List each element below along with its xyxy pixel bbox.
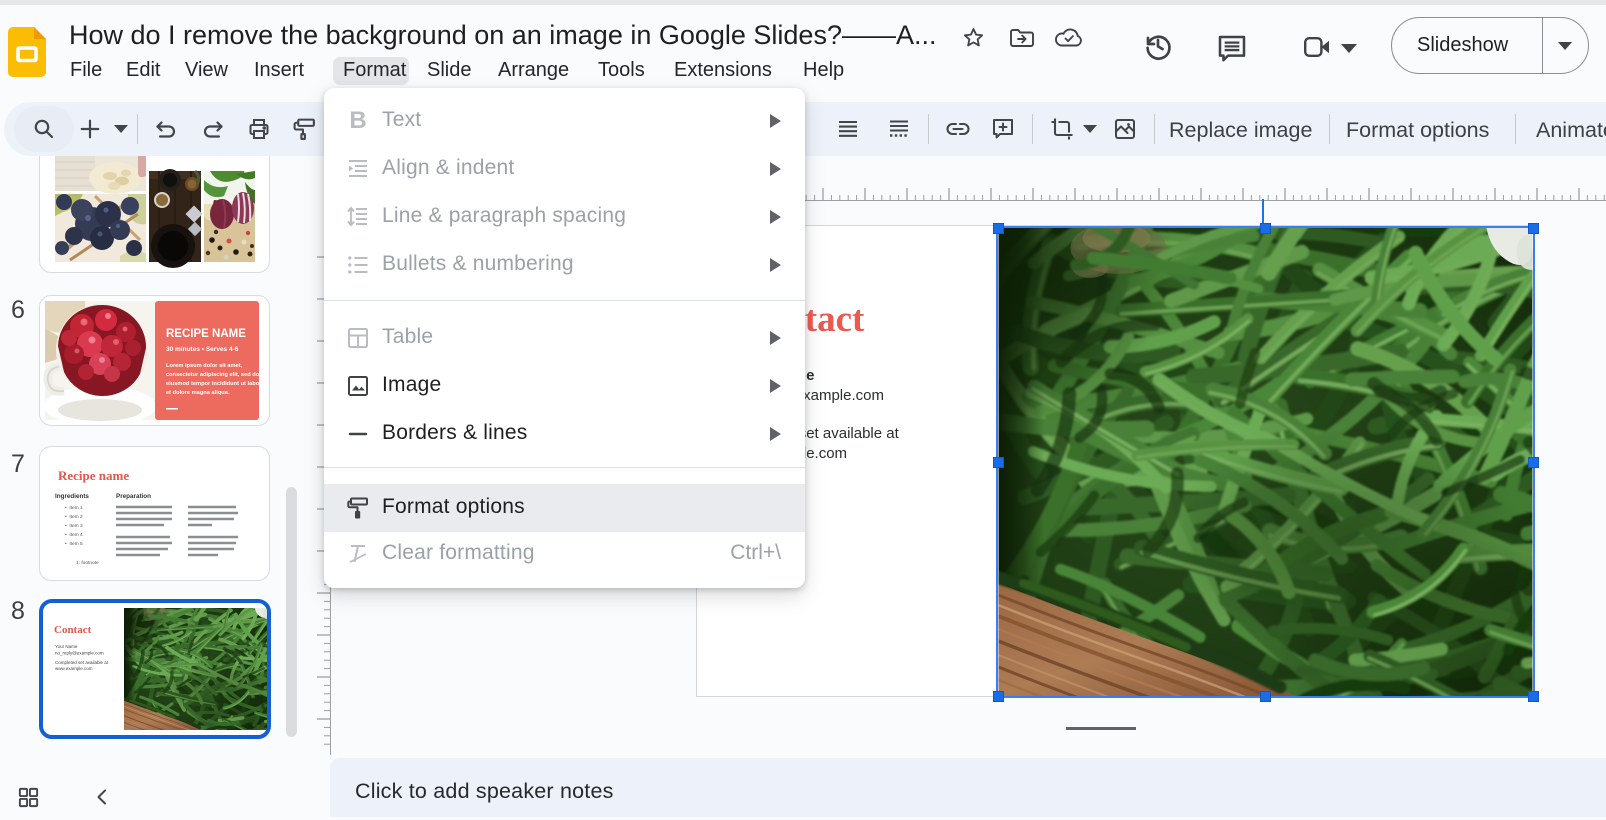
svg-text:eiusmod tempor incididunt ut l: eiusmod tempor incididunt ut labore: [166, 381, 265, 387]
svg-text:Your Name: Your Name: [55, 644, 78, 649]
svg-text:Completed set available at: Completed set available at: [55, 660, 109, 665]
svg-text:• Item 3: • Item 3: [65, 523, 83, 529]
svg-text:Lorem ipsum dolor sit amet,: Lorem ipsum dolor sit amet,: [166, 363, 243, 369]
svg-text:Recipe name: Recipe name: [58, 468, 129, 483]
svg-text:30 minutes • Serves 4-6: 30 minutes • Serves 4-6: [166, 346, 239, 353]
svg-text:et dolore magna aliqua.: et dolore magna aliqua.: [166, 390, 230, 396]
svg-text:no_reply@example.com: no_reply@example.com: [55, 651, 104, 656]
svg-text:• Item 2: • Item 2: [65, 514, 83, 520]
svg-text:RECIPE NAME: RECIPE NAME: [166, 328, 246, 340]
svg-text:www.example.com: www.example.com: [55, 666, 93, 671]
svg-text:Ingredients: Ingredients: [55, 493, 89, 500]
svg-text:consectetur adipiscing elit, s: consectetur adipiscing elit, sed do: [166, 372, 260, 378]
svg-text:• Item 1: • Item 1: [65, 505, 83, 511]
svg-text:• Item 5: • Item 5: [65, 541, 83, 547]
svg-text:1: footnote: 1: footnote: [76, 560, 99, 566]
svg-text:Preparation: Preparation: [116, 493, 151, 500]
svg-text:• Item 4: • Item 4: [65, 532, 83, 538]
